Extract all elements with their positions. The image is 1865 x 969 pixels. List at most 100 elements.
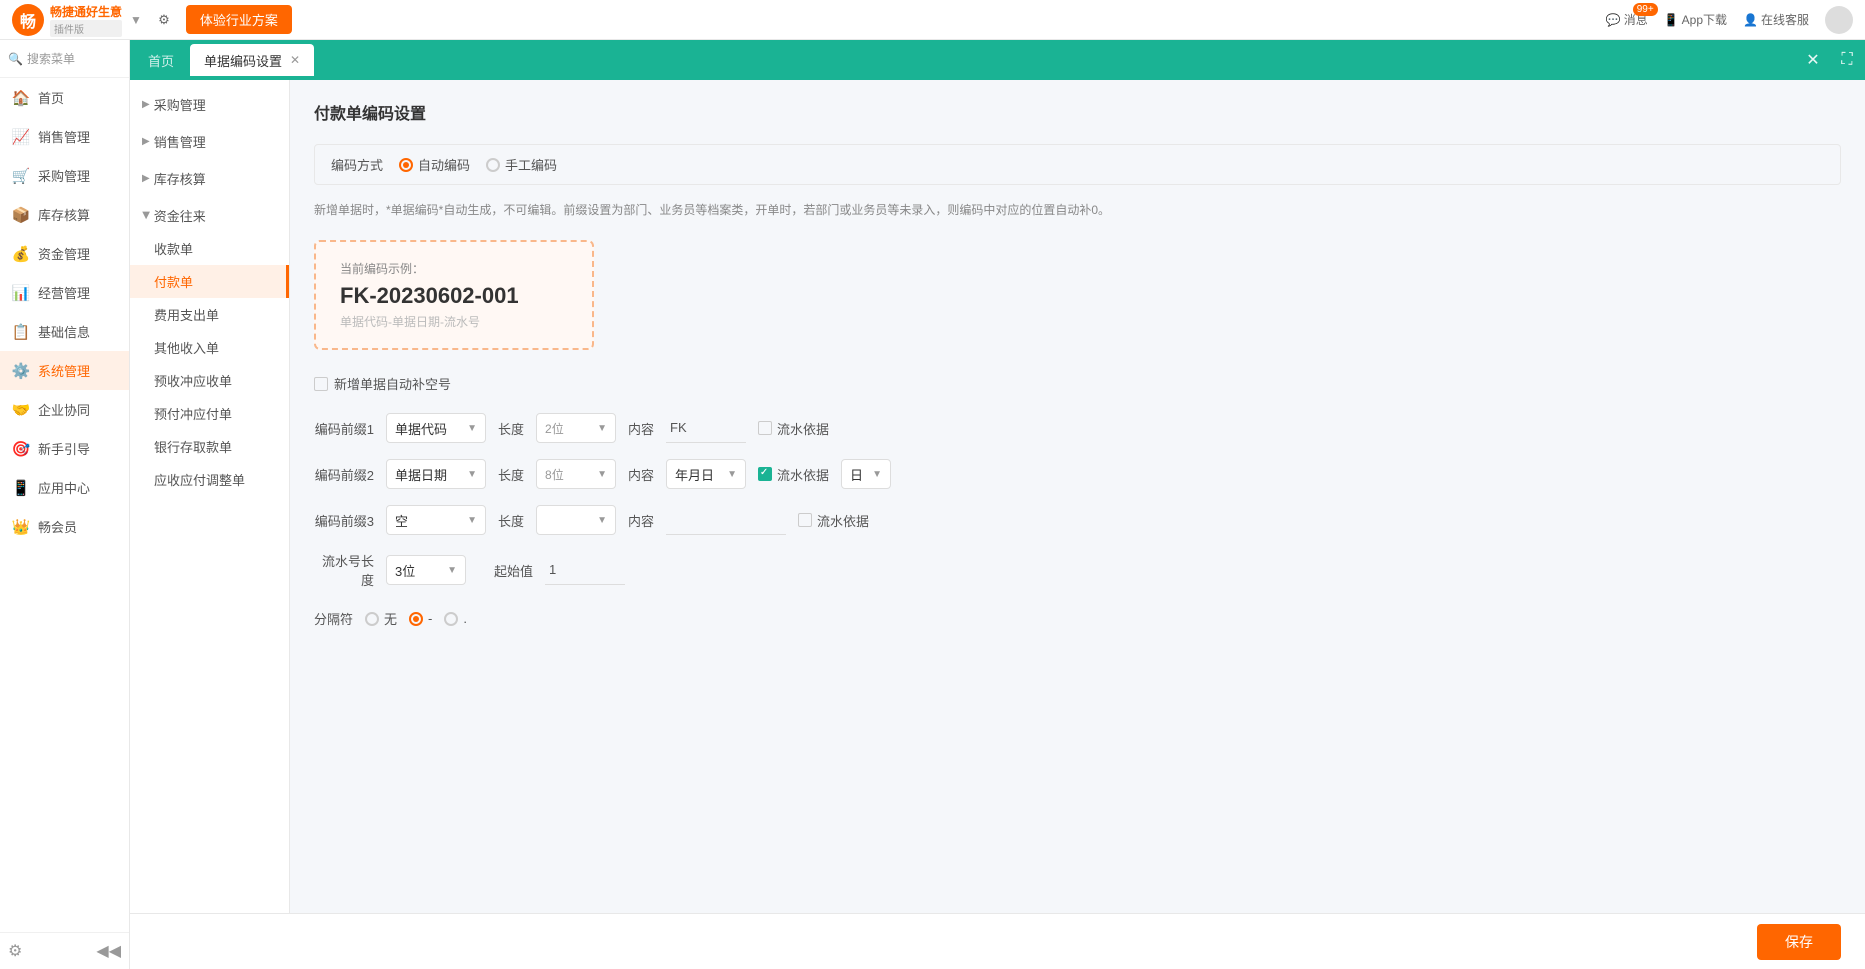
collapse-finance-icon: ▶ <box>140 212 151 220</box>
sub-menu-item-prepay-payable[interactable]: 预付冲应付单 <box>130 397 289 430</box>
sidebar-item-basic[interactable]: 📋 基础信息 <box>0 312 129 351</box>
app-download-button[interactable]: 📱 App下载 <box>1664 11 1727 28</box>
settings-icon[interactable]: ⚙ <box>150 6 178 34</box>
top-bar-right: 💬 消息 99+ 📱 App下载 👤 在线客服 <box>1606 6 1853 34</box>
sep-none-option[interactable]: 无 <box>365 609 397 628</box>
tab-code-setting[interactable]: 单据编码设置 ✕ <box>190 44 314 76</box>
sidebar-item-home[interactable]: 🏠 首页 <box>0 78 129 117</box>
company-select[interactable]: ▼ <box>130 13 142 27</box>
manual-encode-option[interactable]: 手工编码 <box>486 155 557 174</box>
sep-dot-radio[interactable] <box>444 612 458 626</box>
sub-menu-item-bank-deposit[interactable]: 银行存取款单 <box>130 430 289 463</box>
prefix2-length-select[interactable]: 8位 ▼ <box>536 459 616 489</box>
prefix2-select[interactable]: 单据日期 ▼ <box>386 459 486 489</box>
prefix1-content-label: 内容 <box>628 419 654 438</box>
sub-menu-group-purchase-title[interactable]: ▶ 采购管理 <box>130 88 289 121</box>
prefix3-label: 编码前缀3 <box>314 511 374 530</box>
sales-icon: 📈 <box>12 128 30 146</box>
serial-length-select[interactable]: 3位 ▼ <box>386 555 466 585</box>
form-title: 付款单编码设置 <box>314 100 1841 124</box>
tab-bar: 首页 单据编码设置 ✕ ✕ ⛶ <box>130 40 1865 80</box>
tab-home[interactable]: 首页 <box>134 44 188 76</box>
sub-menu-item-other-income[interactable]: 其他收入单 <box>130 331 289 364</box>
prefix3-length-arrow-icon: ▼ <box>597 515 607 526</box>
inventory-icon: 📦 <box>12 206 30 224</box>
sep-dash-option[interactable]: - <box>409 611 432 626</box>
info-text: 新增单据时，*单据编码*自动生成，不可编辑。前缀设置为部门、业务员等档案类，开单… <box>314 201 1841 220</box>
sub-menu-group-sales-title[interactable]: ▶ 销售管理 <box>130 125 289 158</box>
appstore-icon: 📱 <box>12 479 30 497</box>
sub-menu-item-expense[interactable]: 费用支出单 <box>130 298 289 331</box>
manual-encode-radio[interactable] <box>486 158 500 172</box>
auto-encode-option[interactable]: 自动编码 <box>399 155 470 174</box>
save-button[interactable]: 保存 <box>1757 924 1841 960</box>
prefix3-length-label: 长度 <box>498 511 524 530</box>
system-icon: ⚙️ <box>12 362 30 380</box>
start-value-label: 起始值 <box>494 561 533 580</box>
collapse-sidebar-icon[interactable]: ◀◀ <box>96 941 121 961</box>
sidebar-item-enterprise[interactable]: 🤝 企业协同 <box>0 390 129 429</box>
prefix3-select[interactable]: 空 ▼ <box>386 505 486 535</box>
online-service-button[interactable]: 👤 在线客服 <box>1743 11 1809 28</box>
finance-icon: 💰 <box>12 245 30 263</box>
encoding-label: 编码方式 <box>331 155 383 174</box>
search-menu-button[interactable]: 🔍 搜索菜单 <box>0 40 129 78</box>
prefix2-day-select[interactable]: 日 ▼ <box>841 459 891 489</box>
footer-bar: 保存 <box>130 913 1865 969</box>
sep-dash-radio[interactable] <box>409 612 423 626</box>
prefix2-stream-check[interactable]: ✓ 流水依据 <box>758 465 829 484</box>
start-value-input[interactable] <box>545 555 625 585</box>
sub-menu-item-receivable-adj[interactable]: 应收应付调整单 <box>130 463 289 496</box>
prefix3-length-select[interactable]: ▼ <box>536 505 616 535</box>
sub-menu-group-finance: ▶ 资金往来 收款单 付款单 费用支出单 其他收入单 预收冲应收单 预付冲应付单… <box>130 199 289 496</box>
prefix1-content-value: FK <box>666 413 746 443</box>
sidebar-item-appstore[interactable]: 📱 应用中心 <box>0 468 129 507</box>
sub-menu-item-prepay-receivable[interactable]: 预收冲应收单 <box>130 364 289 397</box>
auto-encode-radio[interactable] <box>399 158 413 172</box>
page-content: ▶ 采购管理 ▶ 销售管理 ▶ 库存核算 <box>130 80 1865 913</box>
prefix2-content-select[interactable]: 年月日 ▼ <box>666 459 746 489</box>
sidebar-item-system[interactable]: ⚙️ 系统管理 <box>0 351 129 390</box>
sub-menu-item-receipt[interactable]: 收款单 <box>130 232 289 265</box>
prefix1-length-label: 长度 <box>498 419 524 438</box>
sidebar-item-finance[interactable]: 💰 资金管理 <box>0 234 129 273</box>
form-area: 付款单编码设置 编码方式 自动编码 手工编码 <box>290 80 1865 913</box>
sep-none-radio[interactable] <box>365 612 379 626</box>
prefix3-stream-check[interactable]: 流水依据 <box>798 511 869 530</box>
settings-bottom-icon[interactable]: ⚙ <box>8 941 22 961</box>
operation-icon: 📊 <box>12 284 30 302</box>
cta-button[interactable]: 体验行业方案 <box>186 5 292 34</box>
user-avatar[interactable] <box>1825 6 1853 34</box>
prefix2-day-arrow-icon: ▼ <box>872 469 882 480</box>
sidebar-item-operation[interactable]: 📊 经营管理 <box>0 273 129 312</box>
prefix1-select[interactable]: 单据代码 ▼ <box>386 413 486 443</box>
sidebar: 🔍 搜索菜单 🏠 首页 📈 销售管理 🛒 采购管理 📦 库存核算 💰 <box>0 40 130 969</box>
sep-dot-option[interactable]: . <box>444 611 467 626</box>
code-preview-desc: 单据代码-单据日期-流水号 <box>340 313 568 330</box>
prefix1-stream-checkbox[interactable] <box>758 421 772 435</box>
prefix1-stream-check[interactable]: 流水依据 <box>758 419 829 438</box>
sub-menu-group-inventory-title[interactable]: ▶ 库存核算 <box>130 162 289 195</box>
prefix2-stream-checkbox[interactable]: ✓ <box>758 467 772 481</box>
close-window-icon[interactable]: ✕ <box>1799 46 1827 74</box>
collapse-inventory-icon: ▶ <box>142 173 150 184</box>
message-button[interactable]: 💬 消息 99+ <box>1606 11 1648 28</box>
sub-menu-item-payment[interactable]: 付款单 <box>130 265 289 298</box>
sub-menu-group-inventory: ▶ 库存核算 <box>130 162 289 195</box>
auto-fill-checkbox[interactable] <box>314 377 328 391</box>
sidebar-item-inventory[interactable]: 📦 库存核算 <box>0 195 129 234</box>
sidebar-item-sales[interactable]: 📈 销售管理 <box>0 117 129 156</box>
prefix1-length-select[interactable]: 2位 ▼ <box>536 413 616 443</box>
tab-close-icon[interactable]: ✕ <box>290 53 300 67</box>
sidebar-item-guide[interactable]: 🎯 新手引导 <box>0 429 129 468</box>
enterprise-icon: 🤝 <box>12 401 30 419</box>
sidebar-item-purchase[interactable]: 🛒 采购管理 <box>0 156 129 195</box>
sub-menu-group-finance-title[interactable]: ▶ 资金往来 <box>130 199 289 232</box>
prefix1-arrow-icon: ▼ <box>467 423 477 434</box>
sub-menu: ▶ 采购管理 ▶ 销售管理 ▶ 库存核算 <box>130 80 290 913</box>
prefix3-row: 编码前缀3 空 ▼ 长度 ▼ 内容 流水依据 <box>314 505 1841 535</box>
prefix2-label: 编码前缀2 <box>314 465 374 484</box>
sidebar-item-member[interactable]: 👑 畅会员 <box>0 507 129 546</box>
maximize-icon[interactable]: ⛶ <box>1833 46 1861 74</box>
prefix3-stream-checkbox[interactable] <box>798 513 812 527</box>
